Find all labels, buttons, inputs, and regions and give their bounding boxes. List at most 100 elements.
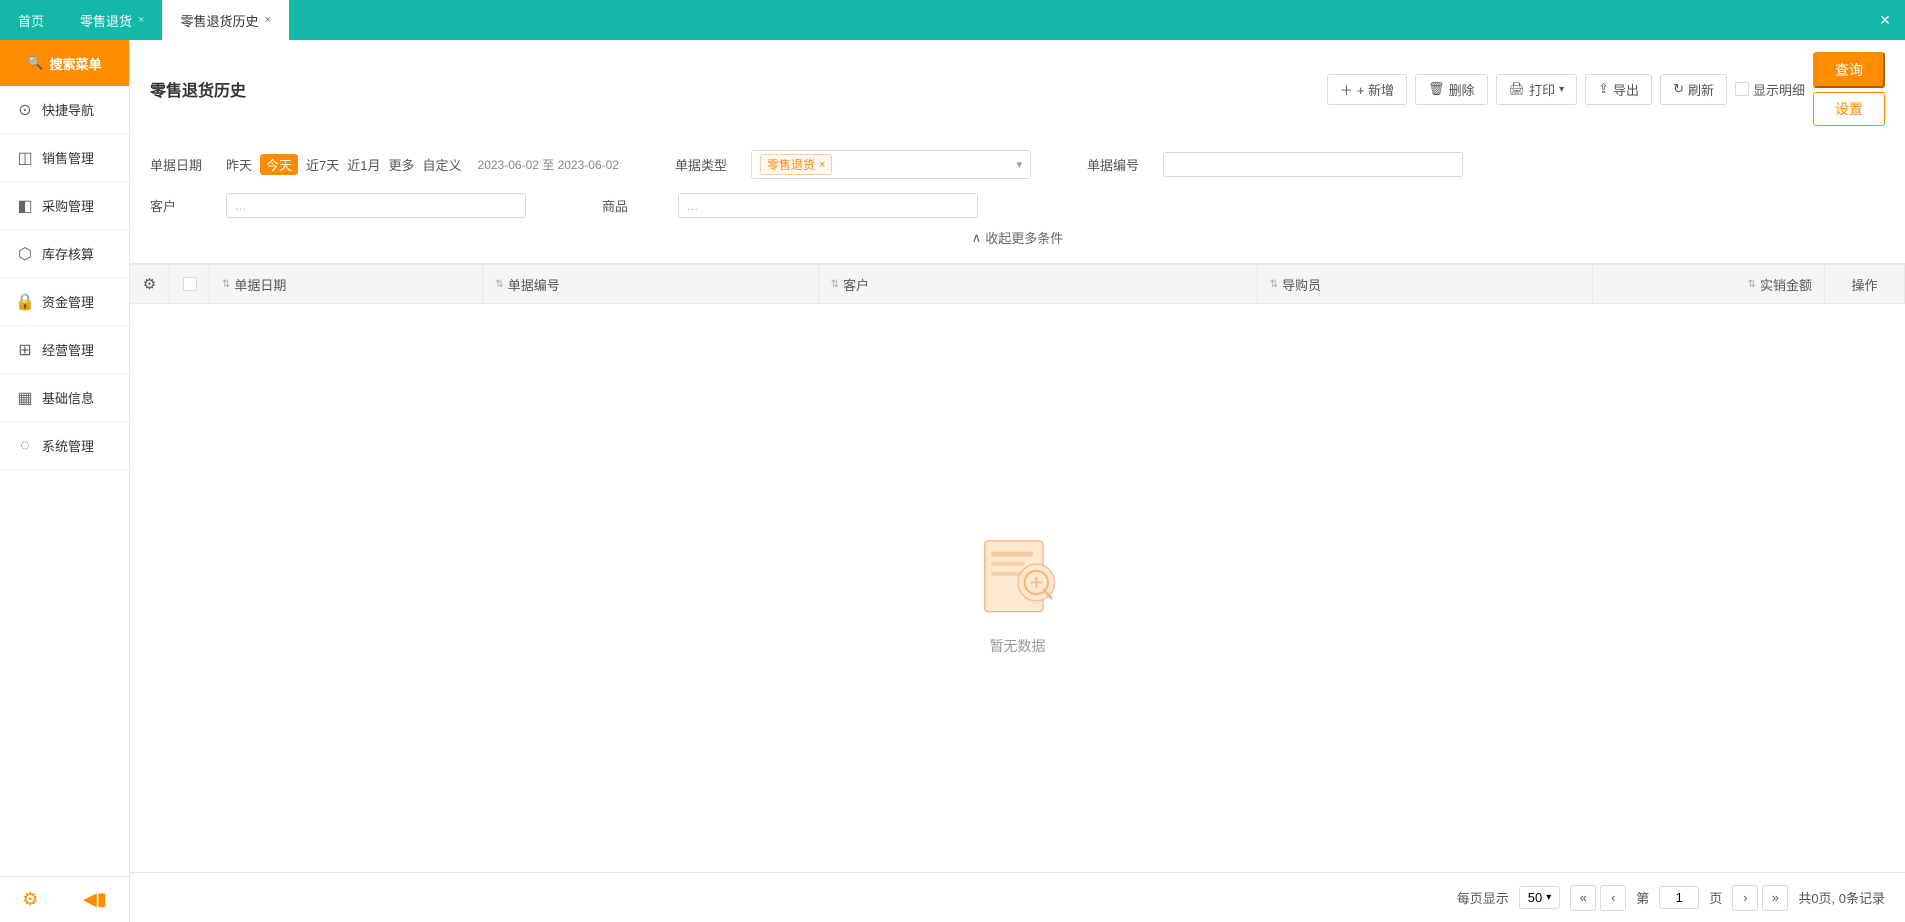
window-close-button[interactable]: × <box>1865 0 1905 40</box>
new-button[interactable]: ＋ + 新增 <box>1327 74 1407 105</box>
sidebar-item-finance[interactable]: 🔒 资金管理 <box>0 278 129 326</box>
table-header: ⚙ ⇅ 单据日期 ⇅ 单据编号 ⇅ 客户 ⇅ <box>130 264 1905 304</box>
th-settings[interactable]: ⚙ <box>130 265 170 303</box>
date-filter-label: 单据日期 <box>150 155 210 174</box>
pagination-bar: 每页显示 50 ▾ « ‹ 第 页 › » <box>130 872 1905 922</box>
settings-footer-icon[interactable]: ⚙ <box>22 889 38 910</box>
page-header: 零售退货历史 ＋ + 新增 🗑 删除 🖨 打印 ▾ <box>130 40 1905 264</box>
per-page-select[interactable]: 50 ▾ <box>1519 886 1561 909</box>
tab-retail-return[interactable]: 零售退货 × <box>62 0 162 40</box>
inventory-icon: ⬡ <box>16 245 34 263</box>
page-summary: 共0页, 0条记录 <box>1798 888 1885 907</box>
first-page-button[interactable]: « <box>1570 885 1596 911</box>
date-opt-yesterday[interactable]: 昨天 <box>226 155 252 174</box>
system-icon: ◌ <box>16 437 34 455</box>
th-select-all-checkbox[interactable] <box>183 277 197 291</box>
empty-state: 暂无数据 <box>130 304 1905 872</box>
action-buttons: 查询 设置 <box>1813 52 1885 126</box>
sidebar-item-purchase[interactable]: ◧ 采购管理 <box>0 182 129 230</box>
new-icon: ＋ <box>1340 80 1353 99</box>
sort-date-icon[interactable]: ⇅ <box>222 279 230 290</box>
purchase-icon: ◧ <box>16 197 34 215</box>
collapse-row: ∧ 收起更多条件 <box>150 222 1885 253</box>
filter-area: 单据日期 昨天 今天 近7天 近1月 更多 自定义 2023-06-02 至 2… <box>150 136 1885 263</box>
sidebar-nav: ⊙ 快捷导航 ◫ 销售管理 ◧ 采购管理 ⬡ 库存核算 🔒 资金管理 ⊞ 经营管… <box>0 86 129 876</box>
table-settings-icon[interactable]: ⚙ <box>143 275 156 293</box>
th-action: 操作 <box>1825 265 1905 303</box>
export-icon: ⇪ <box>1598 81 1609 97</box>
date-opt-more[interactable]: 更多 <box>389 155 415 174</box>
doc-number-label: 单据编号 <box>1087 155 1147 174</box>
sidebar-item-quick-nav[interactable]: ⊙ 快捷导航 <box>0 86 129 134</box>
th-guide: ⇅ 导购员 <box>1258 265 1593 303</box>
last-page-button[interactable]: » <box>1762 885 1788 911</box>
sort-number-icon[interactable]: ⇅ <box>495 279 503 290</box>
collapse-button[interactable]: ∧ 收起更多条件 <box>960 226 1076 249</box>
tab-bar: 首页 零售退货 × 零售退货历史 × <box>0 0 1865 40</box>
print-button[interactable]: 🖨 打印 ▾ <box>1496 74 1578 105</box>
basic-info-icon: ▦ <box>16 389 34 407</box>
sidebar-item-operations[interactable]: ⊞ 经营管理 <box>0 326 129 374</box>
table-section: ⚙ ⇅ 单据日期 ⇅ 单据编号 ⇅ 客户 ⇅ <box>130 264 1905 872</box>
home-icon: ⊙ <box>16 101 34 119</box>
sidebar-item-basic-info[interactable]: ▦ 基础信息 <box>0 374 129 422</box>
sidebar-item-system[interactable]: ◌ 系统管理 <box>0 422 129 470</box>
sort-customer-icon[interactable]: ⇅ <box>831 279 839 290</box>
show-detail-checkbox-area[interactable]: 显示明细 <box>1735 80 1805 99</box>
delete-button[interactable]: 🗑 删除 <box>1415 74 1488 105</box>
th-number: ⇅ 单据编号 <box>483 265 818 303</box>
goods-label: 商品 <box>602 196 662 215</box>
tab-retail-return-close[interactable]: × <box>138 14 144 26</box>
th-customer: ⇅ 客户 <box>819 265 1258 303</box>
tab-home[interactable]: 首页 <box>0 0 62 40</box>
print-chevron-icon: ▾ <box>1559 84 1564 95</box>
sort-guide-icon[interactable]: ⇅ <box>1270 279 1278 290</box>
date-range-display: 2023-06-02 至 2023-06-02 <box>478 156 619 173</box>
page-unit: 页 <box>1709 888 1722 907</box>
toolbar: ＋ + 新增 🗑 删除 🖨 打印 ▾ ⇪ 导出 <box>1327 52 1885 126</box>
goods-input[interactable]: ... <box>678 193 978 218</box>
setting-button[interactable]: 设置 <box>1813 92 1885 126</box>
doc-number-input[interactable] <box>1163 152 1463 177</box>
sidebar-item-sales[interactable]: ◫ 销售管理 <box>0 134 129 182</box>
page-title: 零售退货历史 <box>150 77 246 101</box>
page-nav: « ‹ <box>1570 885 1626 911</box>
sound-footer-icon[interactable]: ◀▮ <box>83 889 107 910</box>
empty-text: 暂无数据 <box>990 636 1046 656</box>
sidebar: 🔍 搜索菜单 ⊙ 快捷导航 ◫ 销售管理 ◧ 采购管理 ⬡ 库存核算 🔒 资金 <box>0 40 130 922</box>
sort-amount-icon[interactable]: ⇅ <box>1748 279 1756 290</box>
page-label: 第 <box>1636 888 1649 907</box>
doc-type-chevron-icon: ▾ <box>1016 158 1022 171</box>
sales-icon: ◫ <box>16 149 34 167</box>
filter-row-2: 客户 ... 商品 ... <box>150 189 1885 222</box>
date-opt-today[interactable]: 今天 <box>260 154 298 175</box>
date-opt-1month[interactable]: 近1月 <box>347 155 380 174</box>
customer-placeholder: ... <box>235 198 246 213</box>
date-opt-custom[interactable]: 自定义 <box>423 155 462 174</box>
sidebar-item-inventory[interactable]: ⬡ 库存核算 <box>0 230 129 278</box>
doc-type-label: 单据类型 <box>675 155 735 174</box>
query-button[interactable]: 查询 <box>1813 52 1885 88</box>
empty-illustration <box>968 520 1068 620</box>
search-menu-button[interactable]: 🔍 搜索菜单 <box>0 40 129 86</box>
show-detail-checkbox[interactable] <box>1735 82 1749 96</box>
refresh-icon: ↻ <box>1673 81 1684 97</box>
next-page-button[interactable]: › <box>1732 885 1758 911</box>
customer-label: 客户 <box>150 196 210 215</box>
tab-retail-return-history-close[interactable]: × <box>264 14 270 26</box>
refresh-button[interactable]: ↻ 刷新 <box>1660 74 1727 105</box>
operations-icon: ⊞ <box>16 341 34 359</box>
page-number-input[interactable] <box>1659 886 1699 909</box>
filter-row-1: 单据日期 昨天 今天 近7天 近1月 更多 自定义 2023-06-02 至 2… <box>150 146 1885 183</box>
th-checkbox[interactable] <box>170 265 210 303</box>
tab-retail-return-history[interactable]: 零售退货历史 × <box>162 0 288 40</box>
doc-type-tag-close[interactable]: × <box>819 159 825 171</box>
delete-icon: 🗑 <box>1428 81 1445 97</box>
date-opt-7days[interactable]: 近7天 <box>306 155 339 174</box>
th-date: ⇅ 单据日期 <box>210 265 483 303</box>
per-page-label: 每页显示 <box>1457 888 1509 907</box>
prev-page-button[interactable]: ‹ <box>1600 885 1626 911</box>
doc-type-select[interactable]: 零售退货 × ▾ <box>751 150 1031 179</box>
customer-input[interactable]: ... <box>226 193 526 218</box>
export-button[interactable]: ⇪ 导出 <box>1585 74 1652 105</box>
